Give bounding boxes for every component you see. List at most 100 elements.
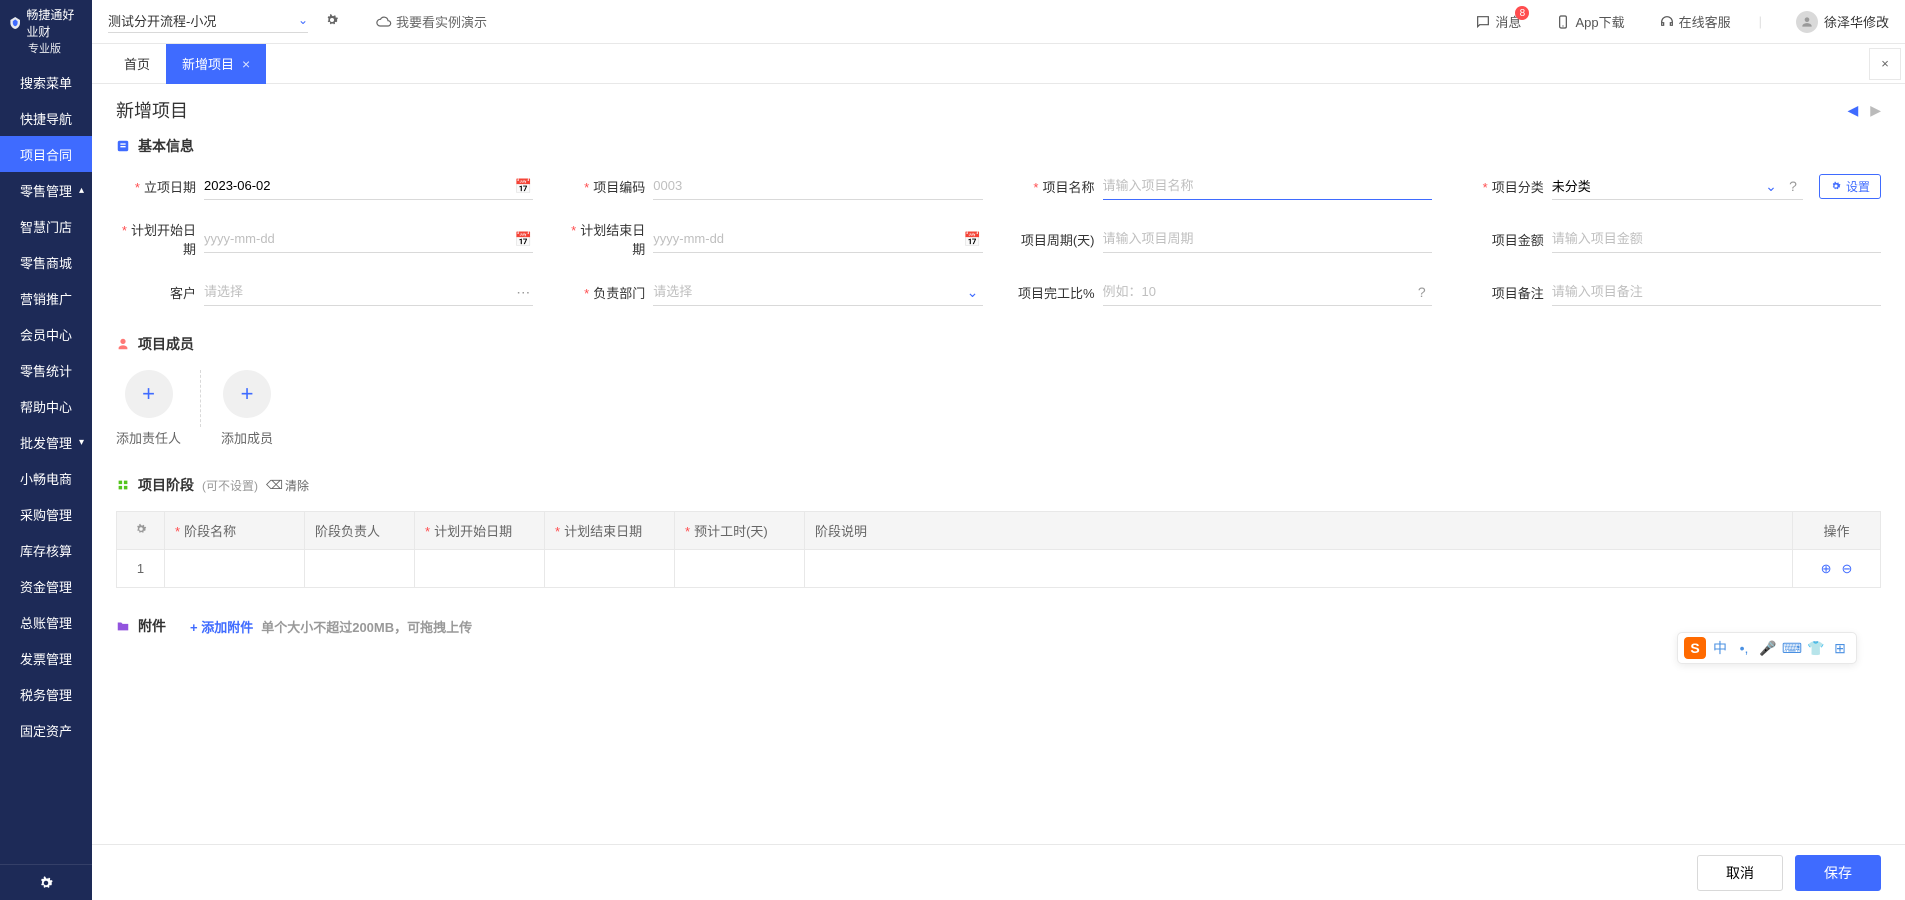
sidebar-search-menu[interactable]: 搜索菜单 bbox=[0, 64, 92, 100]
message-icon bbox=[1475, 14, 1491, 30]
user-menu[interactable]: 徐泽华修改 bbox=[1796, 11, 1889, 33]
delete-row-icon[interactable]: ⊖ bbox=[1842, 561, 1853, 577]
col-plan-start: 计划开始日期 bbox=[415, 512, 545, 550]
tab-new-project[interactable]: 新增项目 × bbox=[166, 44, 266, 84]
ime-punct-icon[interactable]: •, bbox=[1734, 638, 1754, 658]
cell-phase-owner[interactable] bbox=[305, 550, 415, 588]
app-download-button[interactable]: App下载 bbox=[1555, 12, 1624, 31]
gear-icon bbox=[134, 522, 148, 536]
calendar-icon[interactable]: 📅 bbox=[963, 231, 983, 248]
add-attachment-button[interactable]: + 添加附件 bbox=[190, 617, 253, 636]
field-label: 客户 bbox=[116, 283, 196, 302]
period-input[interactable] bbox=[1103, 225, 1432, 253]
more-icon[interactable]: ⋯ bbox=[513, 284, 533, 301]
clear-phases-button[interactable]: ⌫ 清除 bbox=[266, 477, 309, 494]
plan-end-input[interactable] bbox=[653, 225, 982, 253]
cancel-button[interactable]: 取消 bbox=[1697, 855, 1783, 891]
logo-icon bbox=[8, 14, 22, 32]
section-title: 附件 bbox=[138, 616, 166, 636]
table-settings-header[interactable] bbox=[117, 512, 165, 550]
ime-mic-icon[interactable]: 🎤 bbox=[1758, 638, 1778, 658]
tab-home[interactable]: 首页 bbox=[108, 44, 166, 84]
sidebar-item-inventory[interactable]: 库存核算 bbox=[0, 532, 92, 568]
sidebar-item-assets[interactable]: 固定资产 bbox=[0, 712, 92, 748]
save-button[interactable]: 保存 bbox=[1795, 855, 1881, 891]
page-title: 新增项目 bbox=[116, 97, 188, 123]
sidebar-item-retail[interactable]: 零售管理 ▴ bbox=[0, 172, 92, 208]
calendar-icon[interactable]: 📅 bbox=[513, 231, 533, 248]
sidebar-item-funds[interactable]: 资金管理 bbox=[0, 568, 92, 604]
folder-icon bbox=[116, 619, 130, 633]
sidebar-item-project-contract[interactable]: 项目合同 bbox=[0, 136, 92, 172]
next-button[interactable]: ▶ bbox=[1870, 102, 1881, 119]
ime-toolbar[interactable]: S 中 •, 🎤 ⌨ 👕 ⊞ bbox=[1677, 632, 1857, 664]
service-button[interactable]: 在线客服 bbox=[1659, 12, 1731, 31]
cell-est-hours[interactable] bbox=[675, 550, 805, 588]
sidebar-item-wholesale[interactable]: 批发管理 ▾ bbox=[0, 424, 92, 460]
sidebar-sub-help[interactable]: 帮助中心 bbox=[0, 388, 92, 424]
cell-plan-end[interactable] bbox=[545, 550, 675, 588]
help-icon[interactable]: ? bbox=[1783, 178, 1803, 194]
sidebar-item-tax[interactable]: 税务管理 bbox=[0, 676, 92, 712]
add-member-button[interactable]: + bbox=[223, 370, 271, 418]
chevron-down-icon[interactable]: ⌄ bbox=[963, 284, 983, 301]
sidebar-settings[interactable] bbox=[0, 864, 92, 900]
sidebar-sub-retail-mall[interactable]: 零售商城 bbox=[0, 244, 92, 280]
tabs-close-all[interactable]: × bbox=[1869, 48, 1901, 80]
add-owner-button[interactable]: + bbox=[125, 370, 173, 418]
dataset-settings[interactable] bbox=[324, 12, 340, 31]
brand-name: 畅捷通好业财 bbox=[26, 6, 84, 40]
sidebar-sub-smart-store[interactable]: 智慧门店 bbox=[0, 208, 92, 244]
amount-input[interactable] bbox=[1552, 225, 1881, 253]
remark-input[interactable] bbox=[1552, 278, 1881, 306]
name-input[interactable] bbox=[1103, 172, 1432, 200]
code-input[interactable] bbox=[653, 172, 982, 200]
phases-note: (可不设置) bbox=[202, 477, 258, 494]
ime-skin-icon[interactable]: 👕 bbox=[1806, 638, 1826, 658]
close-icon[interactable]: × bbox=[242, 56, 250, 72]
sidebar-sub-retail-stats[interactable]: 零售统计 bbox=[0, 352, 92, 388]
ime-lang[interactable]: 中 bbox=[1710, 638, 1730, 658]
sidebar-sub-member[interactable]: 会员中心 bbox=[0, 316, 92, 352]
start-date-input[interactable] bbox=[204, 172, 533, 200]
dataset-select[interactable]: 测试分开流程-小况 ⌄ bbox=[108, 11, 308, 33]
category-settings-button[interactable]: 设置 bbox=[1819, 174, 1881, 199]
sidebar-item-invoice[interactable]: 发票管理 bbox=[0, 640, 92, 676]
customer-select[interactable] bbox=[204, 278, 533, 306]
col-desc: 阶段说明 bbox=[805, 512, 1793, 550]
add-row-icon[interactable]: ⊕ bbox=[1821, 561, 1832, 577]
sidebar-item-label: 零售管理 bbox=[20, 181, 72, 200]
messages-button[interactable]: 消息 8 bbox=[1475, 12, 1521, 31]
cell-plan-start[interactable] bbox=[415, 550, 545, 588]
sidebar-item-purchase[interactable]: 采购管理 bbox=[0, 496, 92, 532]
sidebar-quick-nav[interactable]: 快捷导航 bbox=[0, 100, 92, 136]
field-amount: 项目金额 bbox=[1464, 220, 1881, 258]
table-row: 1 ⊕ ⊖ bbox=[117, 550, 1881, 588]
sidebar-sub-marketing[interactable]: 营销推广 bbox=[0, 280, 92, 316]
progress-input[interactable] bbox=[1103, 278, 1432, 306]
tab-label: 首页 bbox=[124, 54, 150, 73]
prev-button[interactable]: ◀ bbox=[1847, 102, 1858, 119]
chevron-down-icon[interactable]: ⌄ bbox=[1761, 178, 1781, 195]
ime-grid-icon[interactable]: ⊞ bbox=[1830, 638, 1850, 658]
main: 测试分开流程-小况 ⌄ 我要看实例演示 消息 8 App下载 bbox=[92, 0, 1905, 900]
page-nav: ◀ ▶ bbox=[1847, 102, 1881, 119]
field-code: 项目编码 bbox=[565, 172, 982, 200]
person-icon bbox=[116, 337, 130, 351]
ime-keyboard-icon[interactable]: ⌨ bbox=[1782, 638, 1802, 658]
field-period: 项目周期(天) bbox=[1015, 220, 1432, 258]
sidebar: 畅捷通好业财 专业版 搜索菜单 快捷导航 项目合同 零售管理 ▴ 智慧门店 零售… bbox=[0, 0, 92, 900]
sidebar-item-ecommerce[interactable]: 小畅电商 bbox=[0, 460, 92, 496]
cell-phase-name[interactable] bbox=[165, 550, 305, 588]
tabs: 首页 新增项目 × × bbox=[92, 44, 1905, 84]
field-label: 项目金额 bbox=[1464, 230, 1544, 249]
calendar-icon[interactable]: 📅 bbox=[513, 178, 533, 195]
help-icon[interactable]: ? bbox=[1412, 284, 1432, 300]
dept-select[interactable] bbox=[653, 278, 982, 306]
cell-desc[interactable] bbox=[805, 550, 1793, 588]
plan-start-input[interactable] bbox=[204, 225, 533, 253]
footer: 取消 保存 bbox=[92, 844, 1905, 900]
demo-label: 我要看实例演示 bbox=[396, 12, 487, 31]
sidebar-item-ledger[interactable]: 总账管理 bbox=[0, 604, 92, 640]
demo-link[interactable]: 我要看实例演示 bbox=[376, 12, 487, 31]
